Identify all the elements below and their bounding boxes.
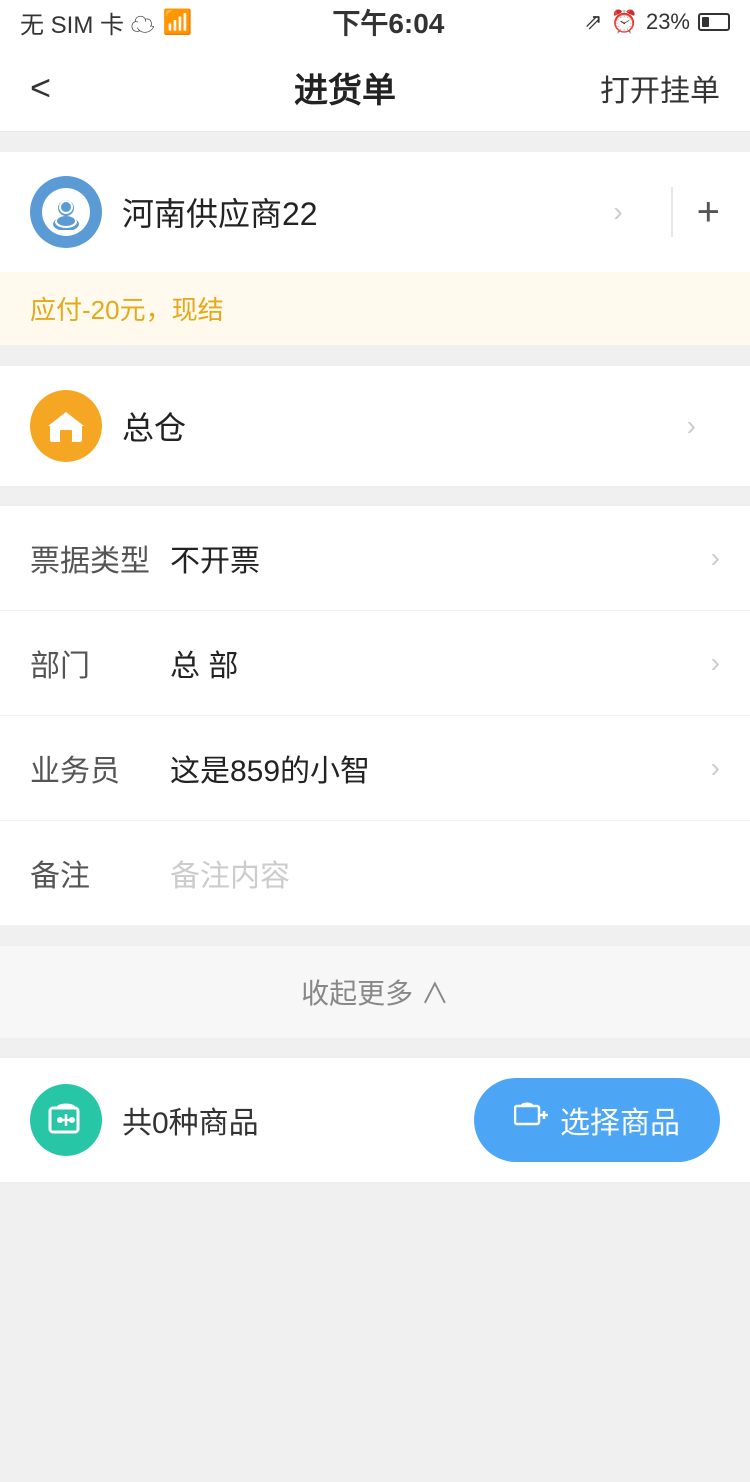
collapse-bar[interactable]: 收起更多 ∧ [0,945,750,1038]
status-right: ⇗ ⏰ 23% [584,9,730,35]
wifi-icon: 📶 [163,8,193,37]
page-filler [0,1182,750,1482]
back-button[interactable]: < [30,67,90,109]
warehouse-chevron-icon: › [687,410,696,442]
status-time: 下午6:04 [332,2,444,42]
warehouse-row[interactable]: 总仓 › [0,365,750,486]
supplier-name: 河南供应商22 [122,189,613,235]
status-left: 无 SIM 卡 ☁ 📶 [20,5,193,40]
add-supplier-button[interactable]: + [697,190,720,235]
alarm-icon: ⏰ [611,9,638,35]
supplier-row[interactable]: 河南供应商22 › + [0,152,750,272]
location-icon: ⇗ [584,9,602,35]
invoice-value: 不开票 [150,536,701,580]
supplier-chevron-icon: › [613,196,622,228]
page-title: 进货单 [294,63,396,112]
remark-row[interactable]: 备注 备注内容 [0,821,750,925]
dept-value: 总 部 [150,641,701,685]
invoice-chevron-icon: › [711,542,720,574]
product-count: 共0种商品 [122,1098,474,1142]
supplier-divider [671,187,673,237]
battery-label: 23% [646,9,690,35]
status-bar: 无 SIM 卡 ☁ 📶 下午6:04 ⇗ ⏰ 23% [0,0,750,44]
sim-label: 无 SIM 卡 ☁ [20,5,155,40]
salesperson-value: 这是859的小智 [150,746,701,790]
invoice-row[interactable]: 票据类型 不开票 › [0,506,750,611]
warehouse-name: 总仓 [122,403,687,449]
dept-label: 部门 [30,641,150,685]
dept-row[interactable]: 部门 总 部 › [0,611,750,716]
select-product-button[interactable]: 选择商品 [474,1078,720,1162]
bottom-bar: 共0种商品 选择商品 [0,1058,750,1182]
form-section: 票据类型 不开票 › 部门 总 部 › 业务员 这是859的小智 › 备注 备注… [0,506,750,925]
salesperson-label: 业务员 [30,746,150,790]
content-area: 河南供应商22 › + 应付-20元，现结 总仓 › 票据类型 [0,132,750,1482]
notice-bar: 应付-20元，现结 [0,272,750,345]
section-gap-1 [0,132,750,152]
warehouse-card: 总仓 › [0,365,750,486]
salesperson-row[interactable]: 业务员 这是859的小智 › [0,716,750,821]
nav-bar: < 进货单 打开挂单 [0,44,750,132]
section-gap-2 [0,345,750,365]
select-product-label: 选择商品 [560,1098,680,1142]
battery-icon [698,13,730,31]
product-icon [30,1084,102,1156]
select-product-icon [514,1102,550,1138]
salesperson-chevron-icon: › [711,752,720,784]
remark-label: 备注 [30,851,150,895]
invoice-label: 票据类型 [30,536,150,580]
remark-input[interactable]: 备注内容 [150,851,720,895]
user-icon [42,188,90,236]
warehouse-icon [30,390,102,462]
supplier-card: 河南供应商22 › + 应付-20元，现结 [0,152,750,345]
open-pending-button[interactable]: 打开挂单 [600,66,720,110]
dept-chevron-icon: › [711,647,720,679]
avatar [30,176,102,248]
